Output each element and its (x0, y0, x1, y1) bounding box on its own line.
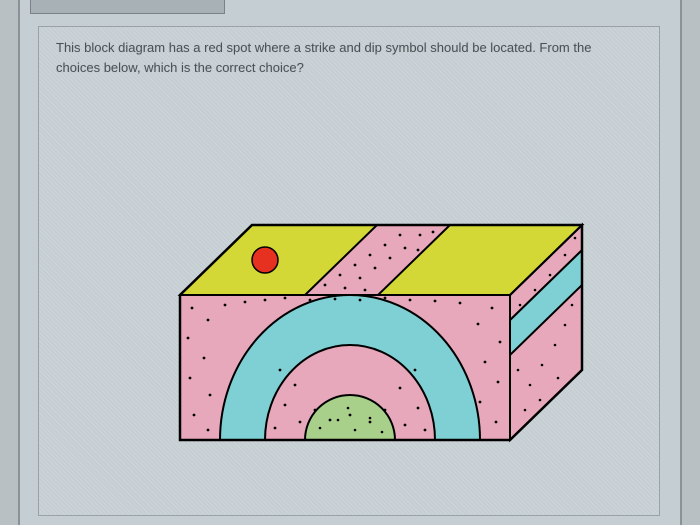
question-line-2: choices below, which is the correct choi… (56, 60, 304, 75)
question-text: This block diagram has a red spot where … (56, 38, 656, 77)
block-diagram-svg (170, 110, 590, 490)
red-spot-marker (252, 247, 278, 273)
top-tab-bar (30, 0, 225, 14)
front-face-clean (180, 295, 510, 440)
question-line-1: This block diagram has a red spot where … (56, 40, 591, 55)
block-diagram (170, 110, 590, 490)
